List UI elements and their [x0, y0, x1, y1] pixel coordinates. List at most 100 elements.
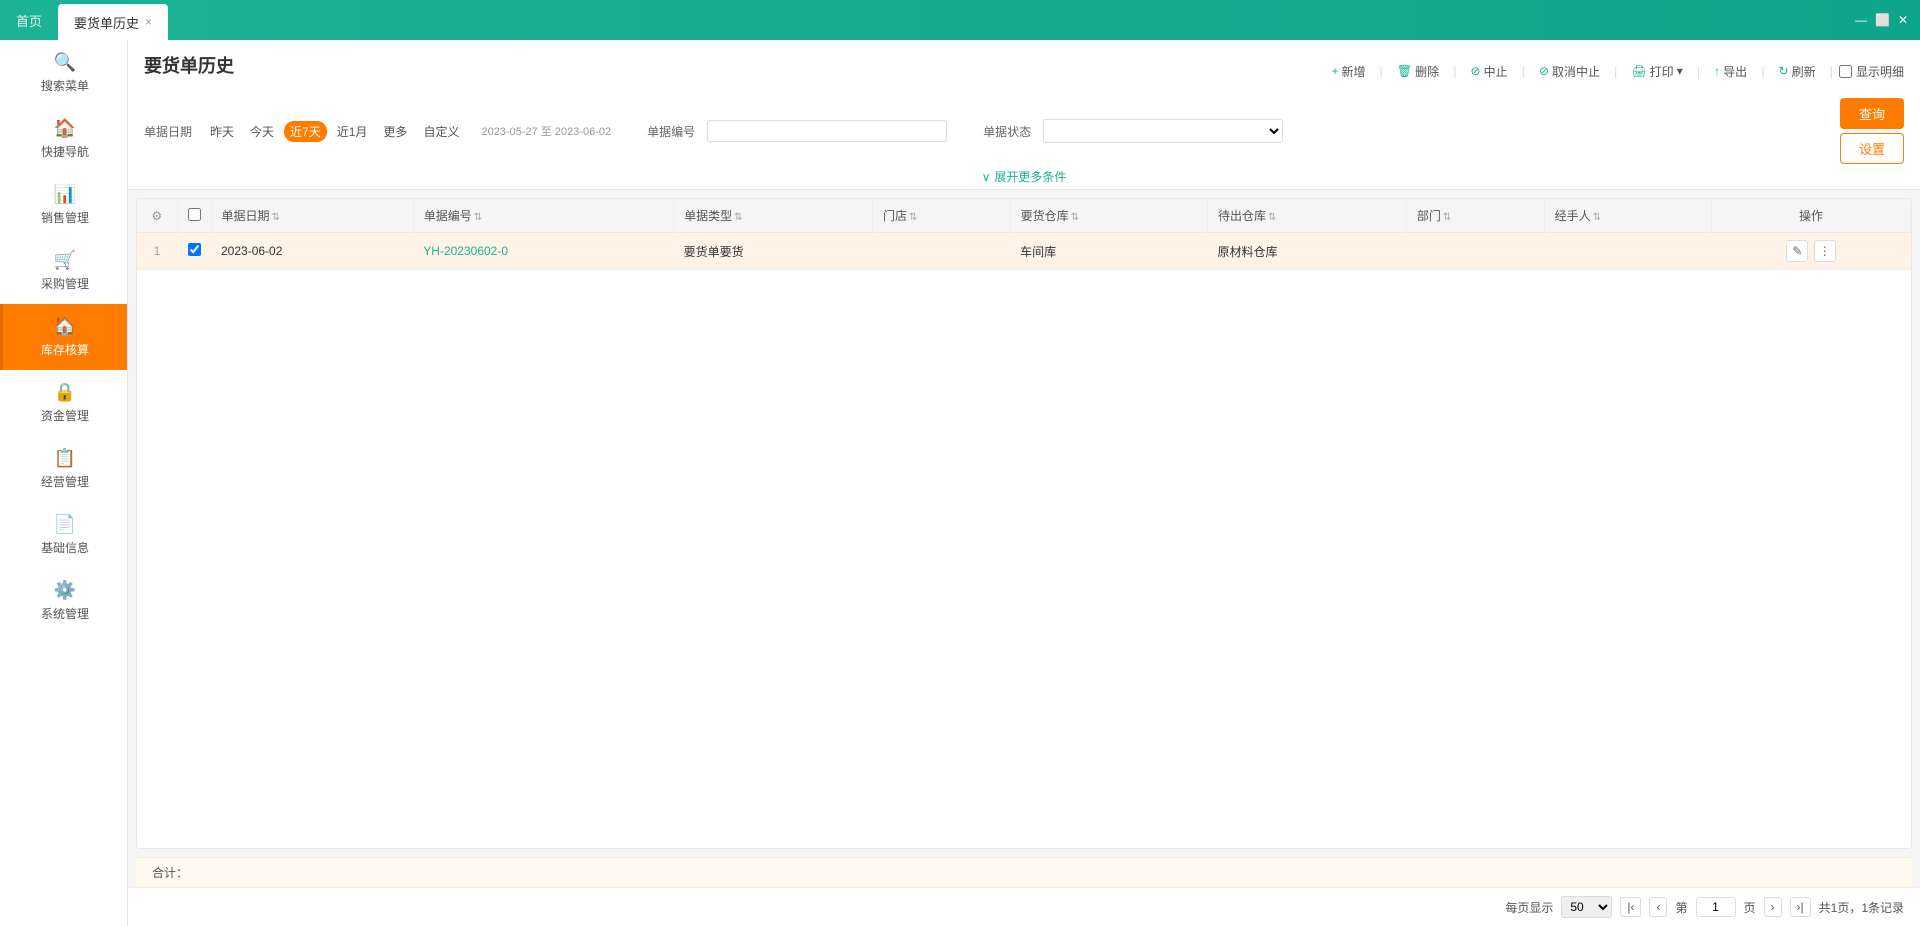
- date-opt-1month[interactable]: 近1月: [331, 121, 374, 142]
- sidebar-item-finance-label: 资金管理: [41, 407, 89, 424]
- orders-table: ⚙ 单据日期⇅ 单据编号⇅ 单据类型⇅: [137, 199, 1911, 270]
- prev-page-button[interactable]: ‹: [1649, 897, 1667, 917]
- print-icon: 🖨: [1631, 64, 1646, 78]
- settings-button[interactable]: 设置: [1840, 133, 1904, 164]
- last-page-button[interactable]: ›|: [1790, 897, 1811, 917]
- select-all-checkbox[interactable]: [188, 208, 201, 221]
- settings-icon[interactable]: ⚙: [151, 209, 162, 223]
- basic-icon: 📄: [54, 514, 76, 535]
- sidebar-item-inventory[interactable]: 🏠 库存核算: [0, 304, 127, 370]
- row-doctype: 要货单要货: [674, 233, 873, 270]
- row-num: 1: [137, 233, 177, 270]
- date-opt-7days[interactable]: 近7天: [284, 121, 327, 142]
- add-label: 新增: [1341, 63, 1365, 80]
- sidebar-item-search[interactable]: 🔍 搜索菜单: [0, 40, 127, 106]
- th-handler: 经手人⇅: [1544, 199, 1712, 233]
- sidebar-item-basic-label: 基础信息: [41, 539, 89, 556]
- show-detail-toggle[interactable]: 显示明细: [1839, 63, 1904, 80]
- row-checkbox-cell: [177, 233, 211, 270]
- delete-label: 删除: [1415, 63, 1439, 80]
- docno-filter-input[interactable]: [707, 120, 947, 142]
- tab-home[interactable]: + 新增 首页: [0, 0, 58, 40]
- export-label: 导出: [1723, 63, 1747, 80]
- unsuspend-button[interactable]: ⊘ 取消中止: [1531, 59, 1608, 84]
- tab-bar: + 新增 首页 要货单历史 ×: [0, 0, 1843, 40]
- row-checkbox[interactable]: [188, 243, 201, 256]
- sort-doctype-icon[interactable]: ⇅: [734, 212, 742, 223]
- sidebar-item-quick-nav[interactable]: 🏠 快捷导航: [0, 106, 127, 172]
- export-button[interactable]: ↑ 导出: [1706, 59, 1755, 84]
- per-page-label: 每页显示: [1505, 899, 1553, 916]
- sidebar-item-sales[interactable]: 📊 销售管理: [0, 172, 127, 238]
- pagination-bar: 每页显示 10 20 50 100 |‹ ‹ 第 页 › ›| 共1页，1条记录: [128, 887, 1920, 926]
- row-docno: YH-20230602-0: [413, 233, 673, 270]
- table-row: 1 2023-06-02 YH-20230602-0 要货单要货 车间库 原材料…: [137, 233, 1911, 270]
- operations-icon: 📋: [54, 448, 76, 469]
- sort-out-warehouse-icon[interactable]: ⇅: [1268, 212, 1276, 223]
- sidebar-item-system-label: 系统管理: [41, 605, 89, 622]
- unsuspend-label: 取消中止: [1552, 63, 1600, 80]
- window-actions: — ⬜ ✕: [1843, 13, 1920, 27]
- page-number-input[interactable]: [1696, 897, 1736, 917]
- row-store: [872, 233, 1010, 270]
- date-opt-today[interactable]: 今天: [244, 121, 280, 142]
- total-info: 共1页，1条记录: [1819, 899, 1904, 916]
- next-page-button[interactable]: ›: [1764, 897, 1782, 917]
- sort-docno-icon[interactable]: ⇅: [474, 212, 482, 223]
- window-maximize-icon[interactable]: ⬜: [1875, 13, 1890, 27]
- query-button[interactable]: 查询: [1840, 98, 1904, 129]
- th-checkbox: [177, 199, 211, 233]
- status-filter-label: 单据状态: [983, 123, 1031, 140]
- date-opt-custom[interactable]: 自定义: [417, 121, 465, 142]
- delete-button[interactable]: 🗑 删除: [1389, 59, 1447, 84]
- tab-close-icon[interactable]: ×: [145, 15, 152, 29]
- page-label: 第: [1675, 899, 1687, 916]
- show-detail-checkbox[interactable]: [1839, 65, 1852, 78]
- suspend-label: 中止: [1484, 63, 1508, 80]
- sort-dept-icon[interactable]: ⇅: [1443, 212, 1451, 223]
- table-header-row: ⚙ 单据日期⇅ 单据编号⇅ 单据类型⇅: [137, 199, 1911, 233]
- add-icon: +: [1331, 64, 1338, 78]
- total-label: 合计：: [152, 866, 188, 880]
- page-unit: 页: [1744, 899, 1756, 916]
- sidebar-item-search-label: 搜索菜单: [41, 77, 89, 94]
- tab-order-history[interactable]: 要货单历史 ×: [58, 4, 168, 40]
- row-out-warehouse: 原材料仓库: [1208, 233, 1407, 270]
- finance-icon: 🔒: [54, 382, 76, 403]
- sidebar-item-finance[interactable]: 🔒 资金管理: [0, 370, 127, 436]
- suspend-button[interactable]: ⊘ 中止: [1463, 59, 1516, 84]
- sidebar-item-system[interactable]: ⚙️ 系统管理: [0, 568, 127, 634]
- row-edit-button[interactable]: ✎: [1786, 240, 1808, 262]
- expand-more-btn[interactable]: ∨ 展开更多条件: [144, 168, 1904, 185]
- unsuspend-icon: ⊘: [1539, 64, 1549, 78]
- th-settings: ⚙: [137, 199, 177, 233]
- sort-warehouse-icon[interactable]: ⇅: [1071, 212, 1079, 223]
- sidebar-item-sales-label: 销售管理: [41, 209, 89, 226]
- first-page-button[interactable]: |‹: [1620, 897, 1641, 917]
- refresh-button[interactable]: ↻ 刷新: [1771, 59, 1824, 84]
- status-filter-select[interactable]: [1043, 119, 1283, 143]
- sidebar-item-basic[interactable]: 📄 基础信息: [0, 502, 127, 568]
- row-department: [1406, 233, 1544, 270]
- row-handler: [1544, 233, 1712, 270]
- table-container: ⚙ 单据日期⇅ 单据编号⇅ 单据类型⇅: [136, 198, 1912, 849]
- row-more-button[interactable]: ⋮: [1814, 240, 1836, 262]
- sort-handler-icon[interactable]: ⇅: [1593, 212, 1601, 223]
- print-label: 打印: [1650, 63, 1674, 80]
- sidebar-item-inventory-label: 库存核算: [41, 341, 89, 358]
- sidebar-item-purchase[interactable]: 🛒 采购管理: [0, 238, 127, 304]
- sort-store-icon[interactable]: ⇅: [909, 212, 917, 223]
- sort-date-icon[interactable]: ⇅: [272, 212, 280, 223]
- add-button[interactable]: + 新增: [1323, 59, 1373, 84]
- window-close-icon[interactable]: ✕: [1898, 13, 1908, 27]
- window-minimize-icon[interactable]: —: [1855, 13, 1867, 27]
- export-icon: ↑: [1714, 64, 1720, 78]
- per-page-select[interactable]: 10 20 50 100: [1561, 896, 1612, 918]
- sidebar-item-operations[interactable]: 📋 经营管理: [0, 436, 127, 502]
- date-opt-more[interactable]: 更多: [377, 121, 413, 142]
- system-icon: ⚙️: [54, 580, 76, 601]
- print-button[interactable]: 🖨 打印 ▾: [1623, 59, 1690, 84]
- row-docno-link[interactable]: YH-20230602-0: [423, 244, 508, 258]
- refresh-icon: ↻: [1779, 64, 1789, 78]
- date-opt-yesterday[interactable]: 昨天: [204, 121, 240, 142]
